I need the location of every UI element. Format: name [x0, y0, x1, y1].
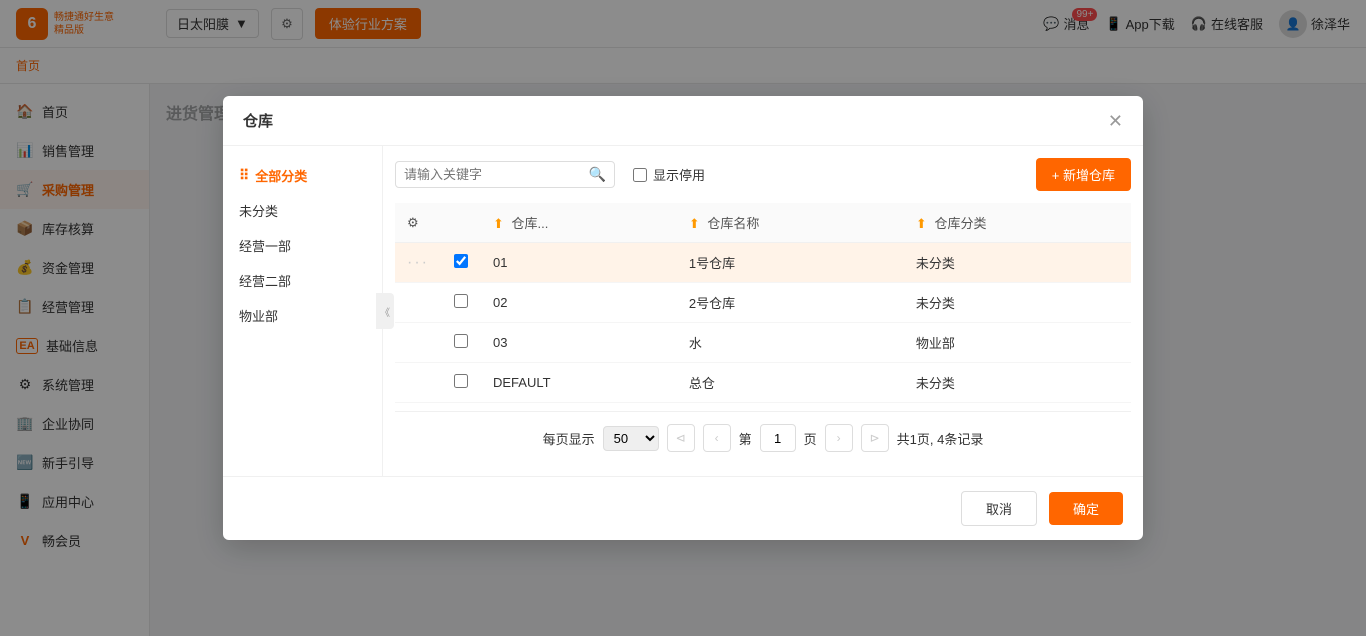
row-category-cell: 物业部 — [904, 323, 1131, 363]
row-name-cell: 1号仓库 — [677, 243, 904, 283]
prev-page-button[interactable]: ‹ — [703, 424, 731, 452]
row-code-cell: DEFAULT — [481, 363, 677, 403]
category-all-label: 全部分类 — [255, 166, 307, 185]
row-checkbox[interactable] — [454, 334, 468, 348]
search-input[interactable] — [404, 167, 589, 182]
category-panel: ⠿ 全部分类 未分类 经营一部 经营二部 物业部 《 — [223, 146, 383, 476]
col-header-code: ⬆ 仓库... — [481, 203, 677, 243]
row-code-cell: 03 — [481, 323, 677, 363]
row-settings-cell — [395, 363, 441, 403]
row-category-cell: 未分类 — [904, 243, 1131, 283]
cancel-button[interactable]: 取消 — [961, 491, 1037, 526]
modal-overlay: 仓库 ✕ ⠿ 全部分类 未分类 经营一部 经营二部 — [0, 0, 1366, 636]
sort-icon-name: ⬆ — [689, 216, 700, 231]
next-page-button[interactable]: › — [825, 424, 853, 452]
row-category-cell: 未分类 — [904, 283, 1131, 323]
page-label: 第 — [739, 429, 752, 448]
page-suffix: 页 — [804, 429, 817, 448]
table-row[interactable]: ··· 01 1号仓库 未分类 — [395, 243, 1131, 283]
show-disabled-area: 显示停用 — [633, 165, 705, 184]
modal-footer: 取消 确定 — [223, 476, 1143, 540]
sort-icon-code: ⬆ — [493, 216, 504, 231]
row-checkbox[interactable] — [454, 374, 468, 388]
category-item-property[interactable]: 物业部 — [223, 298, 382, 333]
warehouse-table: ⚙ ⬆ 仓库... ⬆ 仓库名称 — [395, 203, 1131, 403]
table-panel: 🔍 显示停用 + 新增仓库 ⚙ — [383, 146, 1143, 476]
modal-close-button[interactable]: ✕ — [1108, 112, 1123, 130]
row-name-cell: 2号仓库 — [677, 283, 904, 323]
row-code-cell: 01 — [481, 243, 677, 283]
row-settings-cell: ··· — [395, 243, 441, 283]
total-records-label: 共1页, 4条记录 — [897, 429, 984, 448]
pagination-bar: 每页显示 50 10 20 100 ⊲ ‹ 第 页 › ⊳ 共1页, 4条记录 — [395, 411, 1131, 464]
col-header-name: ⬆ 仓库名称 — [677, 203, 904, 243]
last-page-button[interactable]: ⊳ — [861, 424, 889, 452]
show-disabled-checkbox[interactable] — [633, 168, 647, 182]
show-disabled-label: 显示停用 — [653, 165, 705, 184]
category-all[interactable]: ⠿ 全部分类 — [223, 158, 382, 193]
table-row[interactable]: 02 2号仓库 未分类 — [395, 283, 1131, 323]
row-category-cell: 未分类 — [904, 363, 1131, 403]
row-settings-cell — [395, 283, 441, 323]
category-item-ops2[interactable]: 经营二部 — [223, 263, 382, 298]
row-settings-cell — [395, 323, 441, 363]
page-number-input[interactable] — [760, 424, 796, 452]
modal-body: ⠿ 全部分类 未分类 经营一部 经营二部 物业部 《 — [223, 146, 1143, 476]
row-code-cell: 02 — [481, 283, 677, 323]
row-check-cell — [441, 363, 481, 403]
table-container: ⚙ ⬆ 仓库... ⬆ 仓库名称 — [395, 203, 1131, 403]
table-head: ⚙ ⬆ 仓库... ⬆ 仓库名称 — [395, 203, 1131, 243]
confirm-button[interactable]: 确定 — [1049, 492, 1123, 525]
per-page-select[interactable]: 50 10 20 100 — [603, 426, 659, 451]
search-icon[interactable]: 🔍 — [589, 166, 606, 183]
warehouse-modal: 仓库 ✕ ⠿ 全部分类 未分类 经营一部 经营二部 — [223, 96, 1143, 540]
table-body: ··· 01 1号仓库 未分类 02 2号仓库 未分类 — [395, 243, 1131, 403]
add-warehouse-button[interactable]: + 新增仓库 — [1036, 158, 1131, 191]
table-header-row: ⚙ ⬆ 仓库... ⬆ 仓库名称 — [395, 203, 1131, 243]
row-check-cell — [441, 283, 481, 323]
per-page-label: 每页显示 — [543, 429, 595, 448]
category-item-unclassified[interactable]: 未分类 — [223, 193, 382, 228]
table-row[interactable]: 03 水 物业部 — [395, 323, 1131, 363]
col-header-check — [441, 203, 481, 243]
modal-title: 仓库 — [243, 110, 273, 131]
modal-header: 仓库 ✕ — [223, 96, 1143, 146]
row-checkbox[interactable] — [454, 294, 468, 308]
col-header-category: ⬆ 仓库分类 — [904, 203, 1131, 243]
row-name-cell: 总仓 — [677, 363, 904, 403]
table-row[interactable]: DEFAULT 总仓 未分类 — [395, 363, 1131, 403]
row-checkbox[interactable] — [454, 254, 468, 268]
row-check-cell — [441, 243, 481, 283]
collapse-panel-button[interactable]: 《 — [376, 293, 394, 329]
first-page-button[interactable]: ⊲ — [667, 424, 695, 452]
category-item-ops1[interactable]: 经营一部 — [223, 228, 382, 263]
row-check-cell — [441, 323, 481, 363]
table-toolbar: 🔍 显示停用 + 新增仓库 — [395, 158, 1131, 191]
row-more-button[interactable]: ··· — [407, 254, 429, 271]
search-box: 🔍 — [395, 161, 615, 188]
sort-icon-category: ⬆ — [916, 216, 927, 231]
grid-icon: ⠿ — [239, 167, 249, 184]
row-name-cell: 水 — [677, 323, 904, 363]
col-header-settings: ⚙ — [395, 203, 441, 243]
